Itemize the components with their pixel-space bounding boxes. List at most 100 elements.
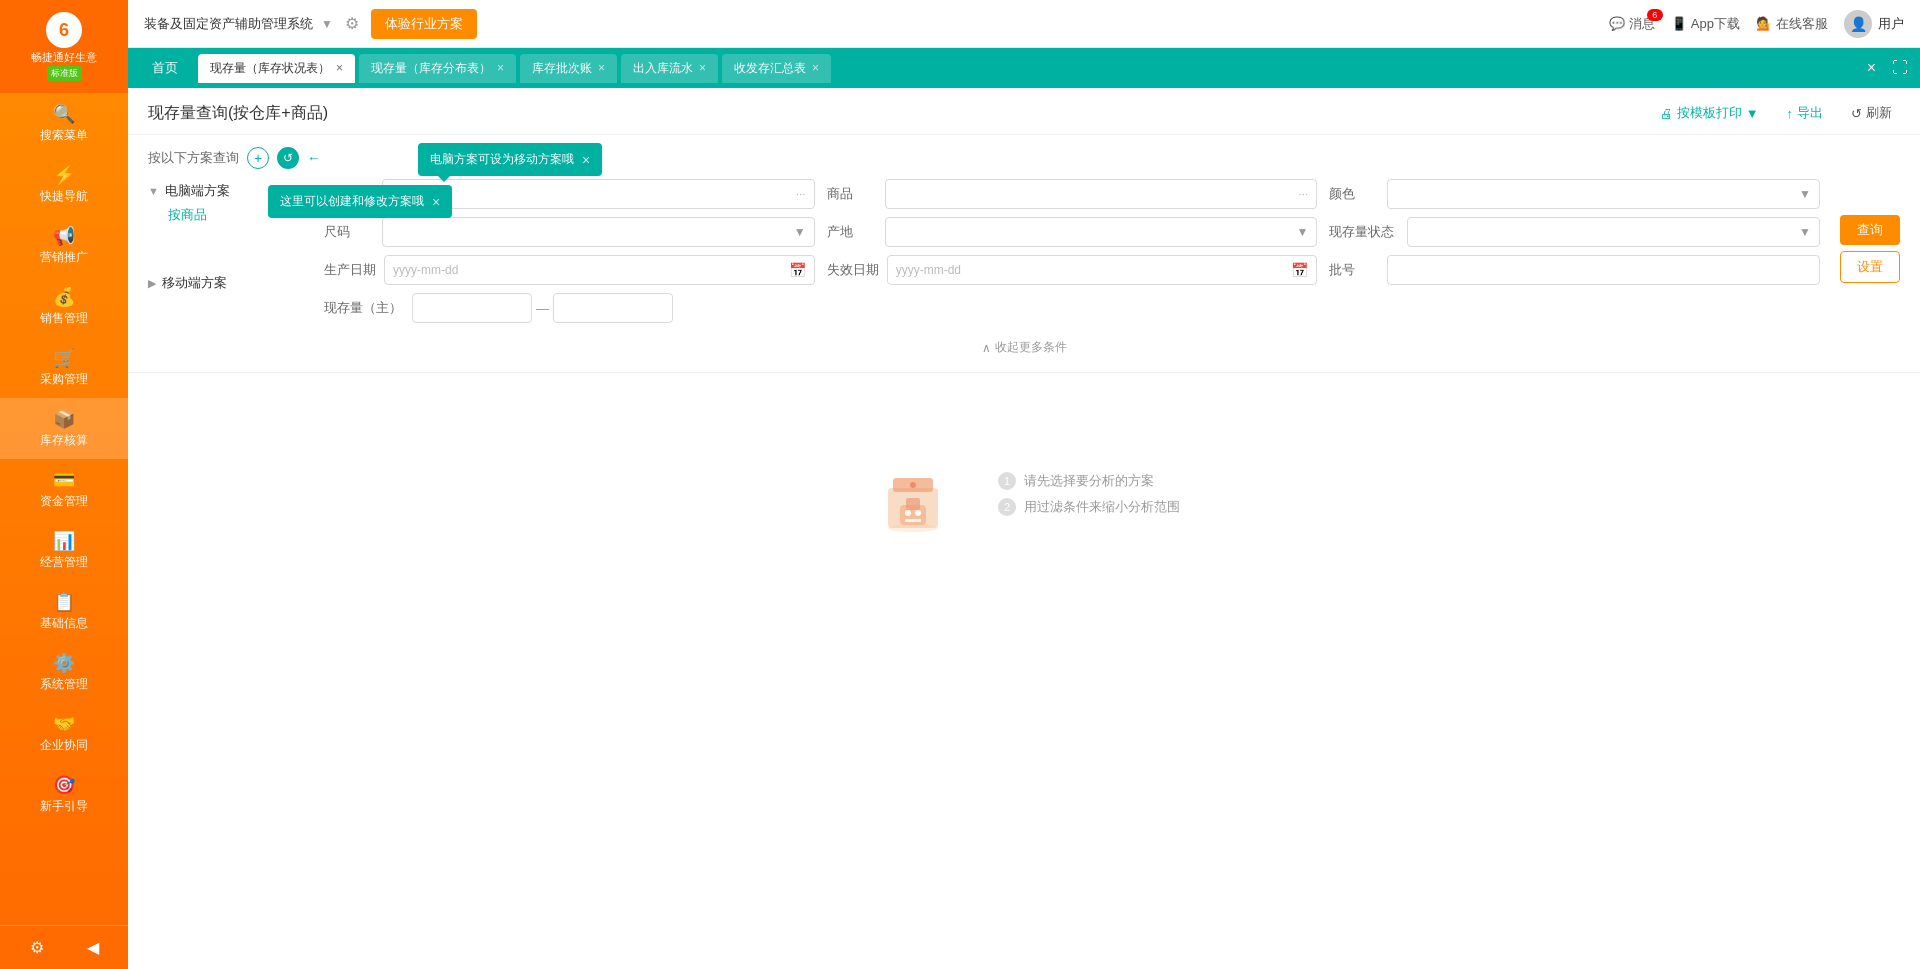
collapse-btn[interactable]: ∧ 收起更多条件 — [982, 339, 1067, 356]
color-select[interactable]: ▼ — [1387, 179, 1820, 209]
tree-expand-icon-mobile: ▶ — [148, 277, 156, 290]
main-area: 装备及固定资产辅助管理系统 ▼ ⚙ 体验行业方案 💬 消息 6 📱 App下载 … — [128, 0, 1920, 969]
tooltip-close-icon[interactable]: × — [582, 152, 590, 168]
tab-close-icon[interactable]: × — [598, 61, 605, 75]
origin-select[interactable]: ▼ — [885, 217, 1318, 247]
expire-date-input[interactable]: yyyy-mm-dd 📅 — [887, 255, 1318, 285]
system-name: 装备及固定资产辅助管理系统 — [144, 15, 313, 33]
scheme-desktop-label: 电脑端方案 — [165, 182, 230, 200]
sidebar: 6 畅捷通好生意 标准版 🔍 搜索菜单 ⚡ 快捷导航 📢 营销推广 💰 销售管理… — [0, 0, 128, 969]
support-label: 在线客服 — [1776, 15, 1828, 33]
sidebar-item-label: 快捷导航 — [40, 188, 88, 205]
tab-close-icon[interactable]: × — [336, 61, 343, 75]
tab-label: 出入库流水 — [633, 60, 693, 77]
filter-fields: 仓库 ··· 商品 ··· — [324, 179, 1900, 331]
export-btn[interactable]: ↑ 导出 — [1779, 100, 1832, 126]
search-btn[interactable]: 查询 — [1840, 215, 1900, 245]
close-all-tabs-icon[interactable]: × — [1863, 55, 1880, 81]
tab-home[interactable]: 首页 — [136, 51, 194, 85]
sidebar-item-guide[interactable]: 🎯 新手引导 — [0, 764, 128, 825]
status-select[interactable]: ▼ — [1407, 217, 1820, 247]
system-icon: ⚙️ — [53, 652, 75, 674]
stock-min-input[interactable] — [412, 293, 532, 323]
size-select[interactable]: ▼ — [382, 217, 815, 247]
product-label: 商品 — [827, 185, 877, 203]
tab-close-icon[interactable]: × — [699, 61, 706, 75]
set-btn[interactable]: 设置 — [1840, 251, 1900, 283]
marketing-icon: 📢 — [53, 225, 75, 247]
tab-inout-flow[interactable]: 出入库流水 × — [621, 54, 718, 83]
avatar: 👤 — [1844, 10, 1872, 38]
empty-state: 1 请先选择要分析的方案 2 用过滤条件来缩小分析范围 — [128, 373, 1920, 623]
logo-icon: 6 — [46, 12, 82, 48]
filter-area: 电脑方案可设为移动方案哦 × 按以下方案查询 + ↺ ← 这里可以创建和修改方案… — [128, 135, 1920, 373]
svg-point-2 — [910, 482, 916, 488]
stock-max-input[interactable] — [553, 293, 673, 323]
filter-label: 按以下方案查询 — [148, 149, 239, 167]
notice-btn[interactable]: 💬 消息 6 — [1609, 15, 1655, 33]
filter-row-2: 尺码 ▼ 产地 ▼ — [324, 217, 1820, 247]
tab-inventory-dist[interactable]: 现存量（库存分布表） × — [359, 54, 516, 83]
user-menu[interactable]: 👤 用户 — [1844, 10, 1904, 38]
tab-close-icon[interactable]: × — [497, 61, 504, 75]
settings-icon[interactable]: ⚙ — [26, 934, 48, 961]
sales-icon: 💰 — [53, 286, 75, 308]
filter-field-stock: 现存量（主） — — [324, 293, 673, 323]
sidebar-item-operation[interactable]: 📊 经营管理 — [0, 520, 128, 581]
refresh-btn[interactable]: ↺ 刷新 — [1843, 100, 1900, 126]
system-dropdown-icon[interactable]: ▼ — [321, 17, 333, 31]
tab-receive-summary[interactable]: 收发存汇总表 × — [722, 54, 831, 83]
stock-range: — — [412, 293, 673, 323]
empty-illustration — [868, 453, 958, 543]
tab-close-icon[interactable]: × — [812, 61, 819, 75]
collapse-label: 收起更多条件 — [995, 339, 1067, 356]
filter-add-btn[interactable]: + — [247, 147, 269, 169]
step-text-2: 用过滤条件来缩小分析范围 — [1024, 498, 1180, 516]
fullscreen-icon[interactable]: ⛶ — [1888, 55, 1912, 81]
guide-icon: 🎯 — [53, 774, 75, 796]
sidebar-item-basic[interactable]: 📋 基础信息 — [0, 581, 128, 642]
filter-field-color: 颜色 ▼ — [1329, 179, 1820, 209]
produce-date-input[interactable]: yyyy-mm-dd 📅 — [384, 255, 815, 285]
sidebar-item-capital[interactable]: 💳 资金管理 — [0, 459, 128, 520]
filter-edit-btn[interactable]: ↺ — [277, 147, 299, 169]
sidebar-item-marketing[interactable]: 📢 营销推广 — [0, 215, 128, 276]
industry-btn[interactable]: 体验行业方案 — [371, 9, 477, 39]
product-select[interactable]: ··· — [885, 179, 1318, 209]
sidebar-item-inventory[interactable]: 📦 库存核算 — [0, 398, 128, 459]
topbar: 装备及固定资产辅助管理系统 ▼ ⚙ 体验行业方案 💬 消息 6 📱 App下载 … — [128, 0, 1920, 48]
color-dropdown-icon: ▼ — [1799, 187, 1811, 201]
sidebar-item-sales[interactable]: 💰 销售管理 — [0, 276, 128, 337]
sidebar-item-system[interactable]: ⚙️ 系统管理 — [0, 642, 128, 703]
topbar-settings-icon[interactable]: ⚙ — [345, 14, 359, 33]
sidebar-item-quick[interactable]: ⚡ 快捷导航 — [0, 154, 128, 215]
tooltip-edit-close-icon[interactable]: × — [432, 194, 440, 210]
batch-label: 批号 — [1329, 261, 1379, 279]
page-header: 现存量查询(按仓库+商品) 🖨 按模板打印 ▼ ↑ 导出 ↺ 刷新 — [128, 88, 1920, 135]
expire-date-label: 失效日期 — [827, 261, 879, 279]
scheme-mobile[interactable]: ▶ 移动端方案 — [148, 271, 308, 295]
tab-inventory-status[interactable]: 现存量（库存状况表） × — [198, 54, 355, 83]
sidebar-item-label: 系统管理 — [40, 676, 88, 693]
tab-batch-account[interactable]: 库存批次账 × — [520, 54, 617, 83]
sidebar-item-enterprise[interactable]: 🤝 企业协同 — [0, 703, 128, 764]
batch-input[interactable] — [1387, 255, 1820, 285]
sidebar-item-label: 搜索菜单 — [40, 127, 88, 144]
filter-field-expire-date: 失效日期 yyyy-mm-dd 📅 — [827, 255, 1318, 285]
sidebar-item-purchase[interactable]: 🛒 采购管理 — [0, 337, 128, 398]
app-download-btn[interactable]: 📱 App下载 — [1671, 15, 1740, 33]
online-support-btn[interactable]: 💁 在线客服 — [1756, 15, 1828, 33]
tab-label: 收发存汇总表 — [734, 60, 806, 77]
quick-icon: ⚡ — [53, 164, 75, 186]
print-icon: 🖨 — [1660, 106, 1673, 121]
username: 用户 — [1878, 15, 1904, 33]
export-icon: ↑ — [1787, 106, 1794, 121]
print-btn[interactable]: 🖨 按模板打印 ▼ — [1652, 100, 1767, 126]
scheme-item-label: 按商品 — [168, 206, 207, 224]
filter-back-icon[interactable]: ← — [307, 150, 321, 166]
sidebar-item-label: 新手引导 — [40, 798, 88, 815]
sidebar-item-label: 销售管理 — [40, 310, 88, 327]
purchase-icon: 🛒 — [53, 347, 75, 369]
collapse-sidebar-icon[interactable]: ◀ — [83, 934, 103, 961]
sidebar-item-search[interactable]: 🔍 搜索菜单 — [0, 93, 128, 154]
